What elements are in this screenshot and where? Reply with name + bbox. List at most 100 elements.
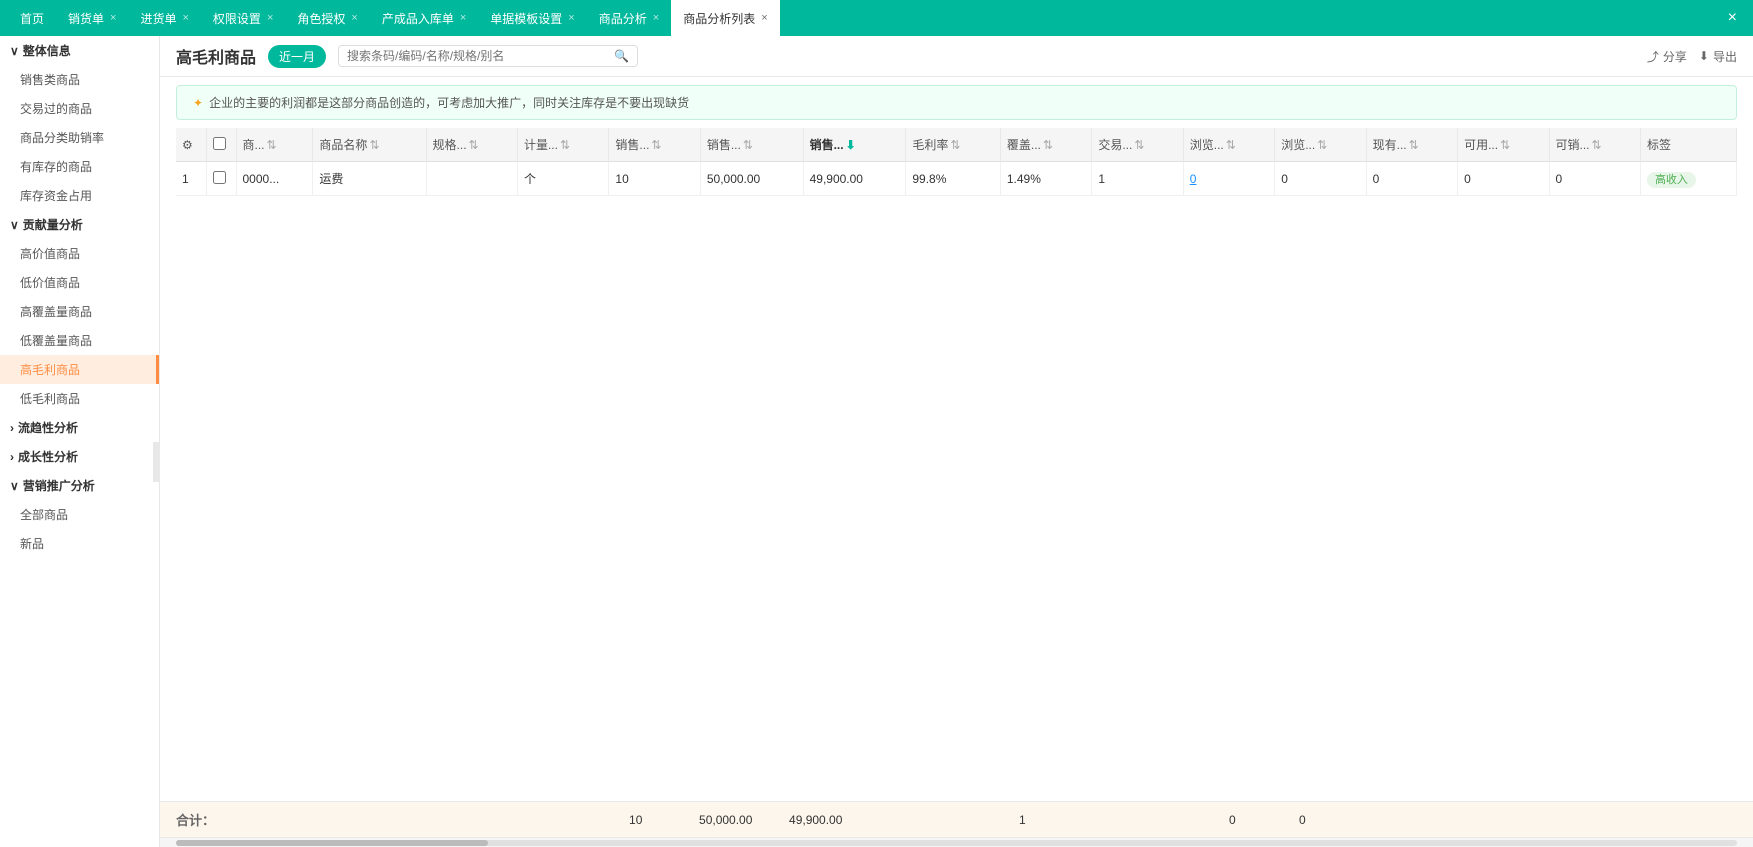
col-sale-qty[interactable]: 销售...⇅ (609, 128, 700, 162)
footer-spacer4 (363, 813, 483, 827)
col-checkbox[interactable] (206, 128, 236, 162)
share-button[interactable]: ⤴ 分享 (1647, 48, 1687, 65)
cell-spec (426, 162, 517, 196)
chevron-down-icon: ∨ (10, 479, 19, 493)
scrollbar-track (176, 840, 1737, 846)
cell-browse1[interactable]: 0 (1183, 162, 1274, 196)
footer-transaction: 1 (1013, 813, 1083, 827)
sidebar-toggle[interactable]: 《 (153, 442, 160, 482)
cell-unit: 个 (517, 162, 608, 196)
col-coverage[interactable]: 覆盖...⇅ (1000, 128, 1091, 162)
filter-recent-month[interactable]: 近一月 (268, 45, 326, 68)
footer-summary: 合计： 10 50,000.00 49,900.00 1 0 0 (160, 801, 1753, 837)
sidebar-item-low-coverage[interactable]: 低覆盖量商品 (0, 326, 159, 355)
sidebar-item-high-value[interactable]: 高价值商品 (0, 239, 159, 268)
sidebar-item-in-stock[interactable]: 有库存的商品 (0, 152, 159, 181)
col-stock[interactable]: 现有...⇅ (1366, 128, 1457, 162)
scrollbar-thumb[interactable] (176, 840, 488, 846)
cell-saleable: 0 (1549, 162, 1640, 196)
main-layout: 《 ∨ 整体信息 销售类商品 交易过的商品 商品分类助销率 有库存的商品 库存资… (0, 36, 1753, 847)
nav-roles[interactable]: 角色授权 × (285, 0, 369, 36)
col-transaction[interactable]: 交易...⇅ (1092, 128, 1183, 162)
col-spec[interactable]: 规格...⇅ (426, 128, 517, 162)
col-sale-amt[interactable]: 销售...⇅ (700, 128, 803, 162)
table-row: 1 0000... 运费 个 10 50,000.00 49,900.00 99… (176, 162, 1737, 196)
footer-coverage-spacer (943, 813, 1013, 827)
nav-permissions[interactable]: 权限设置 × (201, 0, 285, 36)
col-saleable[interactable]: 可销...⇅ (1549, 128, 1640, 162)
search-icon[interactable]: 🔍 (614, 49, 629, 63)
cell-coverage: 1.49% (1000, 162, 1091, 196)
nav-purchase[interactable]: 进货单 × (128, 0, 200, 36)
row-checkbox[interactable] (213, 171, 226, 184)
cell-sale-qty: 10 (609, 162, 700, 196)
sidebar-item-stock-capital[interactable]: 库存资金占用 (0, 181, 159, 210)
export-button[interactable]: ⬇ 导出 (1699, 48, 1737, 65)
sidebar-item-category-rate[interactable]: 商品分类助销率 (0, 123, 159, 152)
sidebar-group-overview[interactable]: ∨ 整体信息 (0, 36, 159, 65)
cell-sale-amt: 50,000.00 (700, 162, 803, 196)
sidebar-item-high-margin[interactable]: 高毛利商品 (0, 355, 159, 384)
footer-stock: 0 (1223, 813, 1293, 827)
cell-stock: 0 (1366, 162, 1457, 196)
col-browse1[interactable]: 浏览...⇅ (1183, 128, 1274, 162)
footer-sale-qty: 10 (623, 813, 693, 827)
search-input[interactable] (347, 49, 614, 63)
close-icon[interactable]: × (761, 12, 767, 24)
footer-spacer3 (283, 813, 363, 827)
footer-gross-spacer (873, 813, 943, 827)
sidebar-group-contribution[interactable]: ∨ 贡献量分析 (0, 210, 159, 239)
col-name[interactable]: 商品名称⇅ (313, 128, 426, 162)
close-icon[interactable]: × (110, 12, 116, 24)
chevron-right-icon: › (10, 421, 14, 435)
select-all-checkbox[interactable] (213, 137, 226, 150)
sidebar-item-sales-goods[interactable]: 销售类商品 (0, 65, 159, 94)
col-code[interactable]: 商...⇅ (236, 128, 313, 162)
sidebar-item-low-margin[interactable]: 低毛利商品 (0, 384, 159, 413)
nav-sales[interactable]: 销货单 × (56, 0, 128, 36)
cell-name: 运费 (313, 162, 426, 196)
data-table: ⚙ 商...⇅ 商品名称⇅ 规格...⇅ 计量...⇅ 销售...⇅ 销售...… (176, 128, 1737, 196)
close-icon[interactable]: × (267, 12, 273, 24)
close-icon[interactable]: × (568, 12, 574, 24)
top-nav: 首页 销货单 × 进货单 × 权限设置 × 角色授权 × 产成品入库单 × 单据… (0, 0, 1753, 36)
cell-checkbox[interactable] (206, 162, 236, 196)
footer-spacer6 (563, 813, 623, 827)
close-all-button[interactable]: × (1720, 9, 1745, 27)
sidebar-group-trend[interactable]: › 流趋性分析 (0, 413, 159, 442)
sidebar-item-all-goods[interactable]: 全部商品 (0, 500, 159, 529)
col-gross-rate[interactable]: 毛利率⇅ (906, 128, 1001, 162)
close-icon[interactable]: × (653, 12, 659, 24)
footer-spacer1 (223, 813, 253, 827)
close-icon[interactable]: × (182, 12, 188, 24)
sidebar-item-high-coverage[interactable]: 高覆盖量商品 (0, 297, 159, 326)
horizontal-scrollbar[interactable] (160, 837, 1753, 847)
nav-finished-goods[interactable]: 产成品入库单 × (370, 0, 478, 36)
col-settings[interactable]: ⚙ (176, 128, 206, 162)
sidebar-group-growth[interactable]: › 成长性分析 (0, 442, 159, 471)
nav-template-settings[interactable]: 单据模板设置 × (478, 0, 586, 36)
close-icon[interactable]: × (351, 12, 357, 24)
col-available[interactable]: 可用...⇅ (1458, 128, 1549, 162)
footer-spacer2 (253, 813, 283, 827)
col-tag[interactable]: 标签 (1640, 128, 1736, 162)
sidebar-item-new-goods[interactable]: 新品 (0, 529, 159, 558)
chevron-down-icon: ∨ (10, 44, 19, 58)
nav-product-analysis-list[interactable]: 商品分析列表 × (671, 0, 779, 36)
share-icon: ⤴ (1647, 48, 1659, 65)
sidebar: 《 ∨ 整体信息 销售类商品 交易过的商品 商品分类助销率 有库存的商品 库存资… (0, 36, 160, 847)
table-container: ⚙ 商...⇅ 商品名称⇅ 规格...⇅ 计量...⇅ 销售...⇅ 销售...… (160, 128, 1753, 801)
sidebar-item-traded-goods[interactable]: 交易过的商品 (0, 94, 159, 123)
cell-transaction: 1 (1092, 162, 1183, 196)
info-icon: ✦ (193, 96, 203, 110)
close-icon[interactable]: × (460, 12, 466, 24)
col-sale-amt2[interactable]: 销售...⬇ (803, 128, 906, 162)
col-browse2[interactable]: 浏览...⇅ (1275, 128, 1366, 162)
col-unit[interactable]: 计量...⇅ (517, 128, 608, 162)
sidebar-group-marketing[interactable]: ∨ 营销推广分析 (0, 471, 159, 500)
chevron-down-icon: ∨ (10, 218, 19, 232)
nav-home[interactable]: 首页 (8, 0, 56, 36)
nav-product-analysis[interactable]: 商品分析 × (587, 0, 671, 36)
footer-sale-amt2: 49,900.00 (783, 813, 873, 827)
sidebar-item-low-value[interactable]: 低价值商品 (0, 268, 159, 297)
